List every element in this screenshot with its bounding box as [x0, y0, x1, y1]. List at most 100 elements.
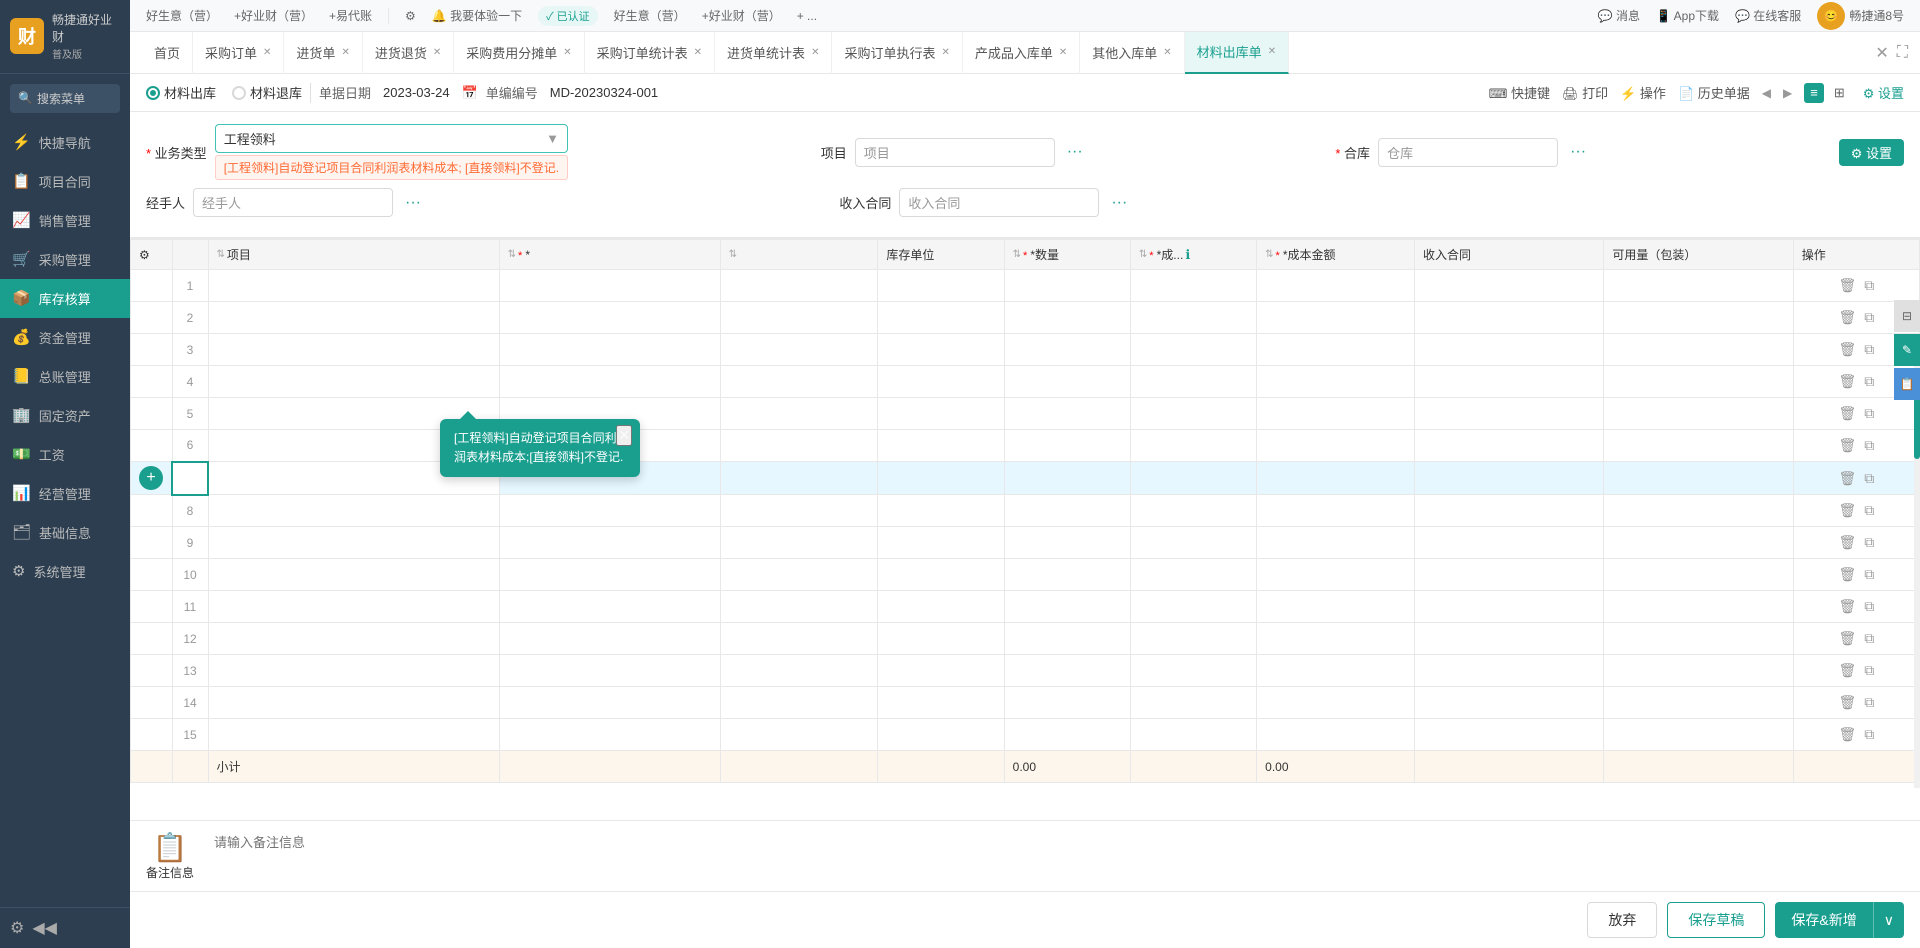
row-3-cost-amount[interactable]	[1257, 334, 1415, 366]
tab-purchase-expense[interactable]: 采购费用分摊单 ✕	[454, 32, 584, 74]
tab-product-inbound-close[interactable]: ✕	[1059, 47, 1067, 58]
row-6-quantity[interactable]	[1004, 430, 1130, 462]
row-8-copy-button[interactable]: ⧉	[1862, 500, 1876, 521]
row-14-copy-button[interactable]: ⧉	[1862, 692, 1876, 713]
experience-link[interactable]: 🔔 我要体验一下	[432, 7, 522, 24]
row-15-income-contract[interactable]	[1414, 719, 1603, 751]
row-11-copy-button[interactable]: ⧉	[1862, 596, 1876, 617]
announcement-more-1[interactable]: 好生意（营）	[614, 7, 686, 24]
col-header-material[interactable]: ⇅ *	[499, 240, 720, 270]
row-9-copy-button[interactable]: ⧉	[1862, 532, 1876, 553]
row-13-cost-amount[interactable]	[1257, 655, 1415, 687]
row-14-quantity[interactable]	[1004, 687, 1130, 719]
row-10-cost-price[interactable]	[1130, 559, 1256, 591]
row-2-quantity[interactable]	[1004, 302, 1130, 334]
row-12-cost-price[interactable]	[1130, 623, 1256, 655]
row-15-copy-button[interactable]: ⧉	[1862, 724, 1876, 745]
row-15-material[interactable]	[499, 719, 720, 751]
row-6-cost-amount[interactable]	[1257, 430, 1415, 462]
row-4-project[interactable]	[208, 366, 499, 398]
row-6-cost-price[interactable]	[1130, 430, 1256, 462]
history-docs-button[interactable]: 📄 历史单据	[1678, 83, 1750, 102]
user-avatar[interactable]: 😊 畅捷通8号	[1817, 2, 1904, 30]
row-10-spec[interactable]	[720, 559, 878, 591]
row-11-cost-amount[interactable]	[1257, 591, 1415, 623]
row-14-spec[interactable]	[720, 687, 878, 719]
tab-product-inbound[interactable]: 产成品入库单 ✕	[963, 32, 1080, 74]
row-13-delete-button[interactable]: 🗑	[1836, 660, 1858, 681]
row-12-copy-button[interactable]: ⧉	[1862, 628, 1876, 649]
sidebar-item-purchase[interactable]: 🛒 采购管理	[0, 240, 130, 279]
row-7-cell-1-input[interactable]	[173, 467, 207, 489]
row-7-cost-price[interactable]	[1130, 462, 1256, 495]
row-1-spec[interactable]	[720, 270, 878, 302]
row-5-quantity[interactable]	[1004, 398, 1130, 430]
income-contract-input[interactable]: 收入合同	[899, 188, 1099, 217]
project-dots-button[interactable]: ···	[1067, 143, 1083, 161]
tab-inbound[interactable]: 进货单 ✕	[284, 32, 362, 74]
announcement-more-2[interactable]: +好业财（营）	[702, 7, 781, 24]
row-10-cost-amount[interactable]	[1257, 559, 1415, 591]
announcement-item-2[interactable]: +好业财（营）	[234, 7, 313, 24]
tab-other-inbound[interactable]: 其他入库单 ✕	[1080, 32, 1184, 74]
row-2-project[interactable]	[208, 302, 499, 334]
prev-doc-button[interactable]: ◀	[1762, 86, 1771, 100]
side-tool-1[interactable]: ⊟	[1894, 300, 1920, 332]
row-13-cost-price[interactable]	[1130, 655, 1256, 687]
tab-inbound-stats[interactable]: 进货单统计表 ✕	[715, 32, 832, 74]
row-9-delete-button[interactable]: 🗑	[1836, 532, 1858, 553]
row-4-income-contract[interactable]	[1414, 366, 1603, 398]
grid-view-button[interactable]: ⊞	[1828, 83, 1851, 103]
sidebar-item-system[interactable]: ⚙ 系统管理	[0, 552, 130, 591]
col-header-settings[interactable]: ⚙	[131, 240, 173, 270]
page-settings-button[interactable]: ⚙ 设置	[1863, 83, 1904, 102]
row-13-project[interactable]	[208, 655, 499, 687]
tab-material-out-close[interactable]: ✕	[1268, 46, 1276, 57]
row-15-quantity[interactable]	[1004, 719, 1130, 751]
row-6-delete-button[interactable]: 🗑	[1836, 435, 1858, 456]
online-service-button[interactable]: 💬 在线客服	[1735, 7, 1801, 24]
row-10-quantity[interactable]	[1004, 559, 1130, 591]
announcement-more-3[interactable]: + ...	[797, 9, 817, 23]
row-8-material[interactable]	[499, 495, 720, 527]
row-15-cost-price[interactable]	[1130, 719, 1256, 751]
row-5-cost-price[interactable]	[1130, 398, 1256, 430]
side-tool-3[interactable]: 📋	[1894, 368, 1920, 400]
sidebar-item-assets[interactable]: 🏢 固定资产	[0, 396, 130, 435]
row-4-cost-amount[interactable]	[1257, 366, 1415, 398]
row-1-cost-price[interactable]	[1130, 270, 1256, 302]
sidebar-item-basics[interactable]: 🗂 基础信息	[0, 513, 130, 552]
row-10-copy-button[interactable]: ⧉	[1862, 564, 1876, 585]
row-7-copy-button[interactable]: ⧉	[1862, 468, 1876, 489]
row-2-delete-button[interactable]: 🗑	[1836, 307, 1858, 328]
collapse-sidebar-button[interactable]: ◀◀	[32, 918, 57, 938]
row-2-cost-amount[interactable]	[1257, 302, 1415, 334]
row-7-delete-button[interactable]: 🗑	[1836, 468, 1858, 489]
handler-dots-button[interactable]: ···	[405, 194, 421, 212]
row-9-project[interactable]	[208, 527, 499, 559]
row-8-cost-price[interactable]	[1130, 495, 1256, 527]
row-11-material[interactable]	[499, 591, 720, 623]
col-header-project[interactable]: ⇅ 项目	[208, 240, 499, 270]
announcement-item-1[interactable]: 好生意（营）	[146, 7, 218, 24]
row-4-delete-button[interactable]: 🗑	[1836, 371, 1858, 392]
row-15-cost-amount[interactable]	[1257, 719, 1415, 751]
sidebar-item-operations[interactable]: 📊 经营管理	[0, 474, 130, 513]
row-1-copy-button[interactable]: ⧉	[1862, 275, 1876, 296]
save-new-main-button[interactable]: 保存&新增	[1775, 902, 1873, 938]
settings-icon[interactable]: ⚙	[405, 9, 416, 23]
row-1-income-contract[interactable]	[1414, 270, 1603, 302]
row-4-copy-button[interactable]: ⧉	[1862, 371, 1876, 392]
row-9-spec[interactable]	[720, 527, 878, 559]
row-12-cost-amount[interactable]	[1257, 623, 1415, 655]
row-15-delete-button[interactable]: 🗑	[1836, 724, 1858, 745]
row-6-income-contract[interactable]	[1414, 430, 1603, 462]
close-window-button[interactable]: ✕	[1875, 43, 1888, 63]
tooltip-close-button[interactable]: ✕	[616, 425, 632, 446]
row-13-quantity[interactable]	[1004, 655, 1130, 687]
col-header-quantity[interactable]: ⇅ *数量	[1004, 240, 1130, 270]
row-5-delete-button[interactable]: 🗑	[1836, 403, 1858, 424]
search-menu-button[interactable]: 🔍 搜索菜单	[10, 84, 120, 113]
tab-purchase-order[interactable]: 采购订单 ✕	[193, 32, 284, 74]
save-draft-button[interactable]: 保存草稿	[1667, 902, 1765, 938]
